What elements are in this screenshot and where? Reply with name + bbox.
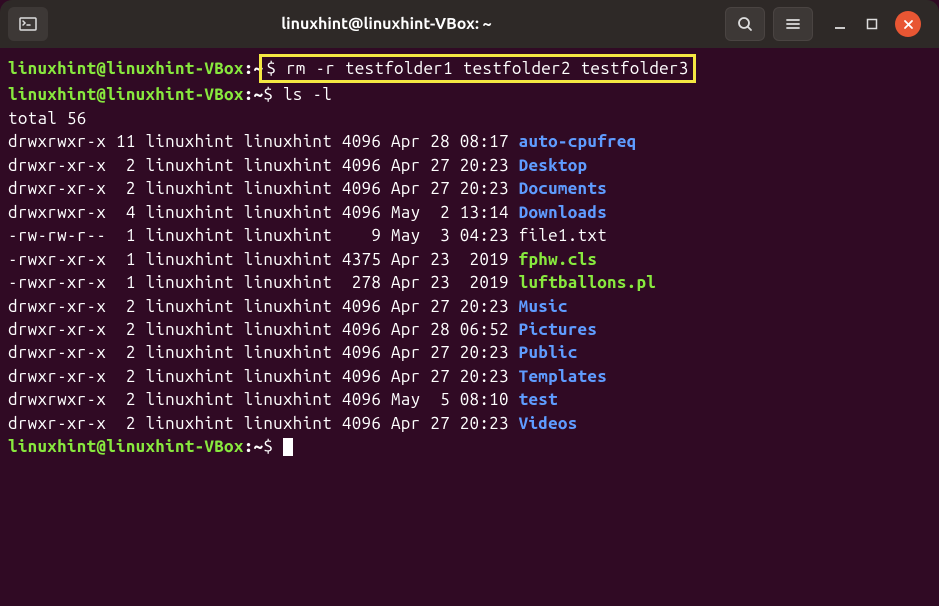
list-item: drwxrwxr-x 11 linuxhint linuxhint 4096 A… [8, 130, 931, 153]
command-text: rm -r testfolder1 testfolder2 testfolder… [276, 59, 688, 78]
prompt-user: linuxhint@linuxhint-VBox [8, 85, 244, 104]
close-icon [903, 19, 914, 30]
file-perms: drwxr-xr-x 2 linuxhint linuxhint 4096 Ap… [8, 156, 519, 175]
file-perms: drwxr-xr-x 2 linuxhint linuxhint 4096 Ap… [8, 367, 519, 386]
file-name: auto-cpufreq [519, 132, 637, 151]
prompt-path: ~ [254, 85, 264, 104]
list-item: drwxr-xr-x 2 linuxhint linuxhint 4096 Ap… [8, 295, 931, 318]
titlebar-right [725, 7, 931, 41]
window-controls [831, 11, 921, 37]
file-perms: drwxr-xr-x 2 linuxhint linuxhint 4096 Ap… [8, 179, 519, 198]
terminal-body[interactable]: linuxhint@linuxhint-VBox:~$ rm -r testfo… [0, 48, 939, 465]
file-listing: drwxrwxr-x 11 linuxhint linuxhint 4096 A… [8, 130, 931, 435]
file-perms: drwxr-xr-x 2 linuxhint linuxhint 4096 Ap… [8, 297, 519, 316]
minimize-button[interactable] [831, 15, 849, 33]
file-name: Public [519, 343, 578, 362]
hamburger-icon [785, 16, 801, 32]
file-perms: -rwxr-xr-x 1 linuxhint linuxhint 278 Apr… [8, 273, 519, 292]
file-name: Templates [519, 367, 607, 386]
file-perms: drwxrwxr-x 11 linuxhint linuxhint 4096 A… [8, 132, 519, 151]
list-item: drwxr-xr-x 2 linuxhint linuxhint 4096 Ap… [8, 318, 931, 341]
file-name: Downloads [519, 203, 607, 222]
file-name: luftballons.pl [519, 273, 656, 292]
file-name: Documents [519, 179, 607, 198]
file-perms: -rwxr-xr-x 1 linuxhint linuxhint 4375 Ap… [8, 250, 519, 269]
command-text: ls -l [273, 85, 332, 104]
list-item: drwxrwxr-x 2 linuxhint linuxhint 4096 Ma… [8, 388, 931, 411]
file-perms: drwxr-xr-x 2 linuxhint linuxhint 4096 Ap… [8, 320, 519, 339]
list-item: -rwxr-xr-x 1 linuxhint linuxhint 278 Apr… [8, 271, 931, 294]
file-perms: -rw-rw-r-- 1 linuxhint linuxhint 9 May 3… [8, 226, 519, 245]
command-line-1: linuxhint@linuxhint-VBox:~$ rm -r testfo… [8, 54, 931, 83]
list-item: drwxrwxr-x 4 linuxhint linuxhint 4096 Ma… [8, 201, 931, 224]
file-name: Desktop [519, 156, 588, 175]
file-name: file1.txt [519, 226, 607, 245]
maximize-button[interactable] [863, 15, 881, 33]
window-title: linuxhint@linuxhint-VBox: ~ [56, 15, 717, 33]
file-perms: drwxrwxr-x 2 linuxhint linuxhint 4096 Ma… [8, 390, 519, 409]
prompt-sep: : [244, 437, 254, 456]
prompt-path: ~ [254, 437, 264, 456]
prompt-sep: : [244, 85, 254, 104]
list-item: -rwxr-xr-x 1 linuxhint linuxhint 4375 Ap… [8, 248, 931, 271]
list-item: drwxr-xr-x 2 linuxhint linuxhint 4096 Ap… [8, 154, 931, 177]
file-name: test [519, 390, 558, 409]
plus-terminal-icon [19, 17, 37, 31]
file-name: fphw.cls [519, 250, 598, 269]
close-button[interactable] [895, 11, 921, 37]
list-item: drwxr-xr-x 2 linuxhint linuxhint 4096 Ap… [8, 341, 931, 364]
new-tab-button[interactable] [8, 7, 48, 41]
prompt-dollar: $ [266, 59, 276, 78]
highlighted-command: $ rm -r testfolder1 testfolder2 testfold… [259, 54, 695, 83]
menu-button[interactable] [773, 7, 813, 41]
titlebar: linuxhint@linuxhint-VBox: ~ [0, 0, 939, 48]
prompt-sep: : [244, 59, 254, 78]
command-line-3: linuxhint@linuxhint-VBox:~$ [8, 435, 931, 458]
prompt-user: linuxhint@linuxhint-VBox [8, 59, 244, 78]
file-perms: drwxr-xr-x 2 linuxhint linuxhint 4096 Ap… [8, 343, 519, 362]
prompt-dollar: $ [263, 85, 273, 104]
list-item: -rw-rw-r-- 1 linuxhint linuxhint 9 May 3… [8, 224, 931, 247]
file-name: Music [519, 297, 568, 316]
prompt-dollar: $ [263, 437, 273, 456]
cursor [283, 438, 293, 456]
prompt-user: linuxhint@linuxhint-VBox [8, 437, 244, 456]
list-item: drwxr-xr-x 2 linuxhint linuxhint 4096 Ap… [8, 412, 931, 435]
maximize-icon [866, 18, 878, 30]
file-perms: drwxr-xr-x 2 linuxhint linuxhint 4096 Ap… [8, 414, 519, 433]
output-total: total 56 [8, 107, 931, 130]
search-button[interactable] [725, 7, 765, 41]
file-name: Videos [519, 414, 578, 433]
list-item: drwxr-xr-x 2 linuxhint linuxhint 4096 Ap… [8, 177, 931, 200]
file-name: Pictures [519, 320, 598, 339]
search-icon [737, 16, 753, 32]
minimize-icon [834, 18, 846, 30]
list-item: drwxr-xr-x 2 linuxhint linuxhint 4096 Ap… [8, 365, 931, 388]
file-perms: drwxrwxr-x 4 linuxhint linuxhint 4096 Ma… [8, 203, 519, 222]
command-line-2: linuxhint@linuxhint-VBox:~$ ls -l [8, 83, 931, 106]
